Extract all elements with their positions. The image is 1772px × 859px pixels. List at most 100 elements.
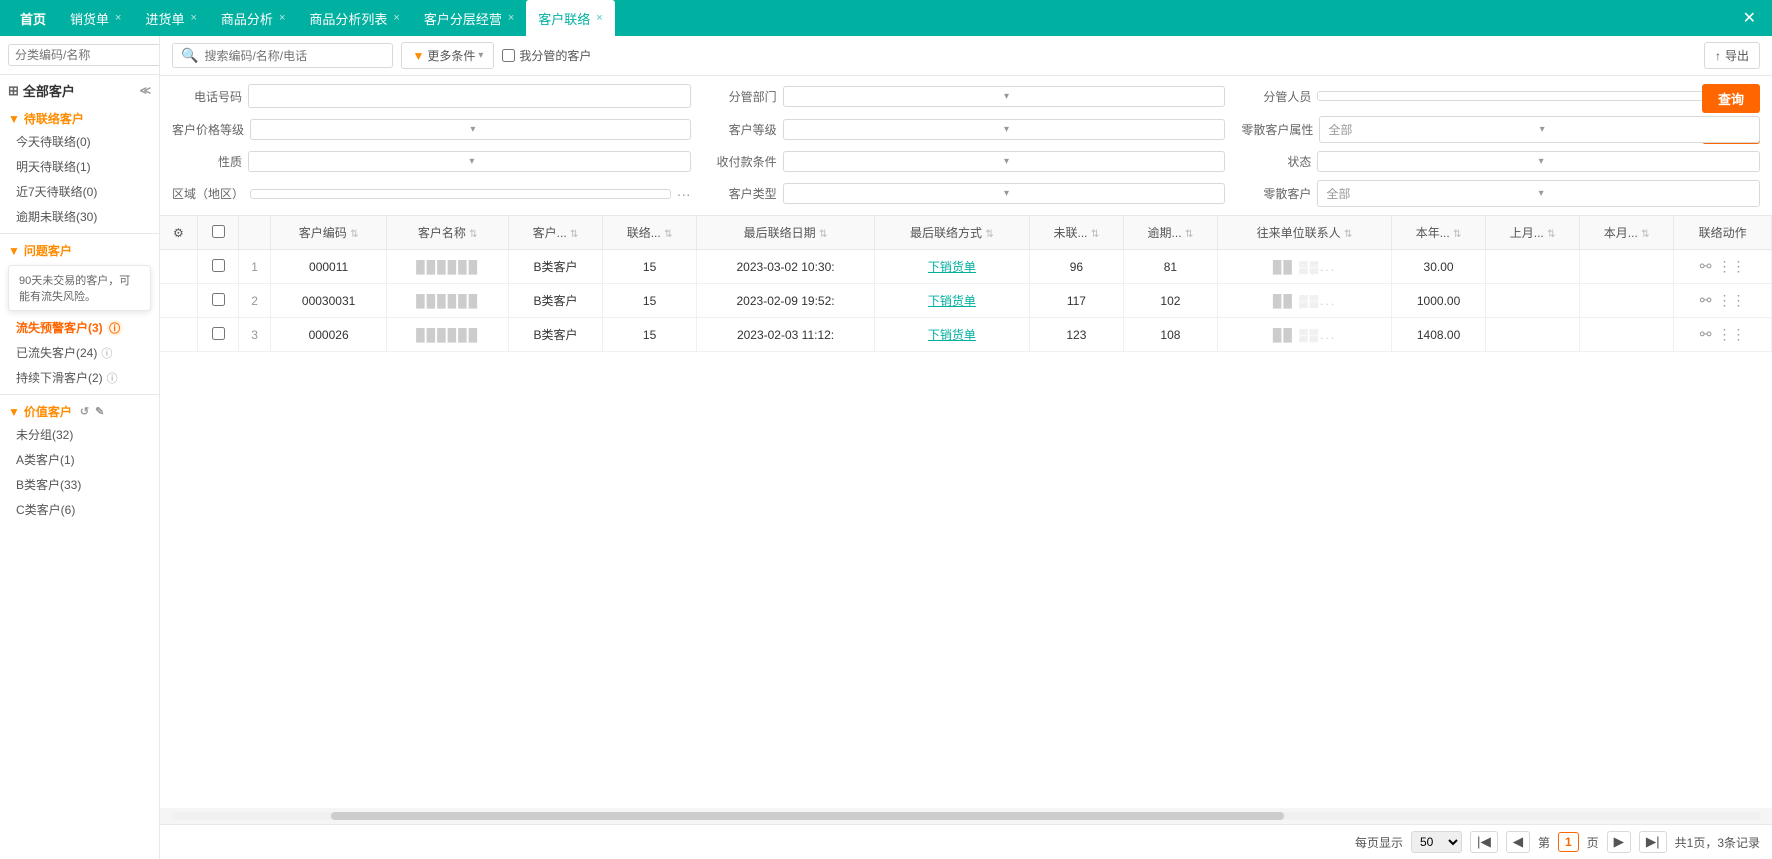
region-dots-button[interactable]: ···	[677, 186, 691, 202]
export-button[interactable]: ↑ 导出	[1704, 42, 1760, 69]
payment-select[interactable]: ▾	[783, 151, 1226, 172]
manager-select[interactable]	[1317, 91, 1740, 101]
row-select-checkbox[interactable]	[212, 327, 225, 340]
region-select[interactable]	[250, 189, 671, 199]
sort-icon: ⇅	[819, 229, 827, 240]
row-select-checkbox[interactable]	[212, 259, 225, 272]
close-tab-customer-segment-icon[interactable]: ×	[508, 12, 514, 24]
col-this-year[interactable]: 本年... ⇅	[1392, 216, 1486, 250]
col-name[interactable]: 客户名称 ⇅	[387, 216, 509, 250]
zero-attr-select[interactable]: 全部 ▾	[1319, 116, 1760, 143]
row-contact: 15	[603, 318, 697, 352]
row-checkbox[interactable]	[197, 250, 239, 284]
customer-type-select[interactable]: ▾	[783, 183, 1226, 204]
col-last-contact-date[interactable]: 最后联络日期 ⇅	[697, 216, 875, 250]
more-conditions-button[interactable]: ▼ 更多条件 ▾	[401, 42, 494, 69]
sort-icon: ⇅	[664, 229, 672, 240]
select-all-checkbox[interactable]	[212, 225, 225, 238]
sidebar-item-declining[interactable]: 持续下滑客户(2) ⓘ	[0, 365, 159, 390]
close-tab-goods-analysis-list-icon[interactable]: ×	[393, 12, 399, 24]
dept-select[interactable]: ▾	[783, 86, 1226, 107]
col-this-month[interactable]: 本月... ⇅	[1580, 216, 1674, 250]
row-link-icon[interactable]: ⚯	[1700, 258, 1712, 275]
col-type[interactable]: 客户... ⇅	[509, 216, 603, 250]
my-customers-checkbox[interactable]	[502, 49, 515, 62]
nav-tab-goods-analysis-list[interactable]: 商品分析列表 ×	[297, 0, 411, 36]
col-code[interactable]: 客户编码 ⇅	[270, 216, 386, 250]
scrollbar-thumb[interactable]	[331, 812, 1284, 820]
col-overdue[interactable]: 逾期... ⇅	[1123, 216, 1217, 250]
last-page-button[interactable]: ▶|	[1639, 831, 1667, 853]
nav-tab-goods-analysis[interactable]: 商品分析 ×	[209, 0, 297, 36]
col-settings[interactable]: ⚙	[160, 216, 197, 250]
close-tab-customer-link-icon[interactable]: ×	[596, 12, 602, 24]
sidebar-search-input[interactable]	[8, 44, 160, 66]
phone-label: 电话号码	[172, 88, 242, 105]
data-table-area: ⚙ 客户编码 ⇅ 客户名称 ⇅ 客户... ⇅ 联络... ⇅ 最后联络日期 ⇅…	[160, 216, 1772, 808]
sidebar-item-churn-warning[interactable]: 流失预警客户(3) ⓘ	[0, 315, 159, 340]
col-last-contact-method[interactable]: 最后联络方式 ⇅	[874, 216, 1029, 250]
prev-page-button[interactable]: ◀	[1506, 831, 1530, 853]
table-row: 3 000026 ██████ B类客户 15 2023-02-03 11:12…	[160, 318, 1772, 352]
row-link-icon[interactable]: ⚯	[1700, 292, 1712, 309]
export-icon: ↑	[1715, 49, 1721, 63]
row-name: ██████	[387, 318, 509, 352]
sidebar-item-overdue-pending[interactable]: 逾期未联络(30)	[0, 204, 159, 229]
nav-tab-home[interactable]: 首页	[8, 0, 58, 36]
col-checkbox[interactable]	[197, 216, 239, 250]
sidebar-item-class-b[interactable]: B类客户(33)	[0, 472, 159, 497]
sidebar-item-class-c[interactable]: C类客户(6)	[0, 497, 159, 522]
sidebar-item-unclassified[interactable]: 未分组(32)	[0, 422, 159, 447]
col-last-month[interactable]: 上月... ⇅	[1486, 216, 1580, 250]
next-page-button[interactable]: ▶	[1607, 831, 1631, 853]
close-tab-goods-analysis-icon[interactable]: ×	[279, 12, 285, 24]
query-button[interactable]: 查询	[1702, 84, 1760, 113]
sidebar-item-today-pending[interactable]: 今天待联络(0)	[0, 129, 159, 154]
filter-bar: 🔍 ▼ 更多条件 ▾ 我分管的客户 ↑ 导出	[160, 36, 1772, 76]
row-settings	[160, 318, 197, 352]
row-settings	[160, 284, 197, 318]
phone-input[interactable]	[248, 84, 691, 108]
nav-tab-purchase[interactable]: 进货单 ×	[133, 0, 208, 36]
row-link-icon[interactable]: ⚯	[1700, 326, 1712, 343]
row-settings	[160, 250, 197, 284]
row-last-contact-method[interactable]: 下销货单	[874, 284, 1029, 318]
search-input[interactable]	[204, 49, 384, 63]
nav-tab-customer-link[interactable]: 客户联络 ×	[526, 0, 614, 36]
col-unit-contact[interactable]: 往来单位联系人 ⇅	[1217, 216, 1391, 250]
horizontal-scrollbar[interactable]	[172, 812, 1760, 820]
my-customers-checkbox-label[interactable]: 我分管的客户	[502, 47, 591, 64]
customer-level-select[interactable]: ▾	[783, 119, 1226, 140]
nature-select[interactable]: ▾	[248, 151, 691, 172]
sidebar-item-class-a[interactable]: A类客户(1)	[0, 447, 159, 472]
chevron-down-icon: ▾	[470, 124, 681, 135]
sidebar-item-tomorrow-pending[interactable]: 明天待联络(1)	[0, 154, 159, 179]
row-last-month	[1486, 250, 1580, 284]
row-this-month	[1580, 284, 1674, 318]
sidebar-item-churned[interactable]: 已流失客户(24) ⓘ	[0, 340, 159, 365]
nav-tab-sales[interactable]: 销货单 ×	[58, 0, 133, 36]
row-checkbox[interactable]	[197, 284, 239, 318]
close-tab-sales-icon[interactable]: ×	[115, 12, 121, 24]
customer-level-filter-row: 客户等级 ▾	[707, 116, 1226, 143]
row-checkbox[interactable]	[197, 318, 239, 352]
value-group-label: ▼ 价值客户 ↺ ✎	[0, 399, 159, 422]
row-last-contact-method[interactable]: 下销货单	[874, 250, 1029, 284]
row-select-checkbox[interactable]	[212, 293, 225, 306]
sidebar-item-week-pending[interactable]: 近7天待联络(0)	[0, 179, 159, 204]
status-select[interactable]: ▾	[1317, 151, 1760, 172]
row-last-contact-method[interactable]: 下销货单	[874, 318, 1029, 352]
close-tab-purchase-icon[interactable]: ×	[190, 12, 196, 24]
window-close-button[interactable]: ✕	[1735, 4, 1764, 32]
row-more-icon[interactable]: ⋮⋮	[1717, 292, 1745, 309]
price-level-select[interactable]: ▾	[250, 119, 691, 140]
first-page-button[interactable]: |◀	[1470, 831, 1498, 853]
nav-tab-customer-segment[interactable]: 客户分层经营 ×	[412, 0, 526, 36]
per-page-select[interactable]: 50 100 200	[1411, 831, 1462, 853]
col-contact[interactable]: 联络... ⇅	[603, 216, 697, 250]
col-uncontacted[interactable]: 未联... ⇅	[1029, 216, 1123, 250]
row-more-icon[interactable]: ⋮⋮	[1717, 258, 1745, 275]
zero-customer-select[interactable]: 全部 ▾	[1317, 180, 1760, 207]
all-customers-header[interactable]: ⊞ 全部客户 ≪	[0, 75, 159, 106]
row-more-icon[interactable]: ⋮⋮	[1717, 326, 1745, 343]
